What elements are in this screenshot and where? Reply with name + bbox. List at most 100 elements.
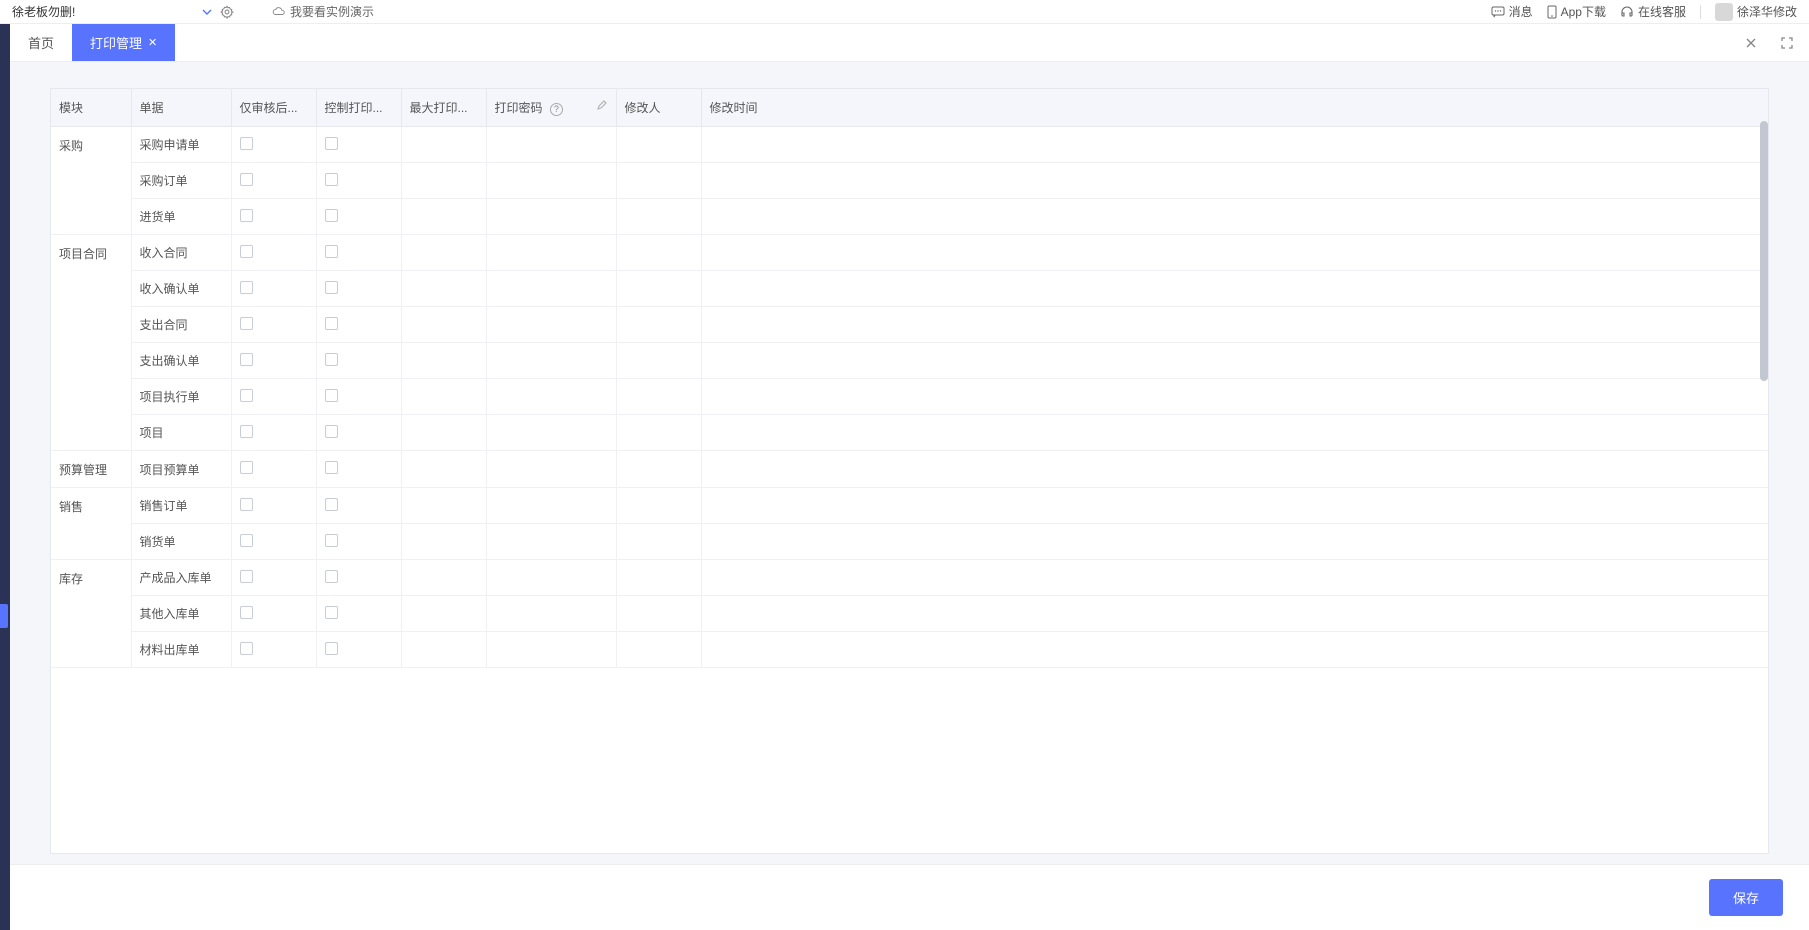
checkbox[interactable]: [325, 606, 338, 619]
checkbox[interactable]: [240, 642, 253, 655]
control-print-cell: [316, 127, 401, 163]
print-password-cell: [486, 127, 616, 163]
max-print-cell: [401, 415, 486, 451]
audit-only-cell: [231, 343, 316, 379]
max-print-cell: [401, 632, 486, 668]
table-row: 销售销售订单: [51, 488, 1768, 524]
th-modifier: 修改人: [616, 89, 701, 127]
audit-only-cell: [231, 307, 316, 343]
table-row: 库存产成品入库单: [51, 560, 1768, 596]
checkbox[interactable]: [240, 498, 253, 511]
checkbox[interactable]: [325, 389, 338, 402]
print-password-cell: [486, 632, 616, 668]
table-row: 支出合同: [51, 307, 1768, 343]
max-print-cell: [401, 379, 486, 415]
checkbox[interactable]: [325, 353, 338, 366]
online-service-link[interactable]: 在线客服: [1620, 3, 1686, 20]
module-cell: 预算管理: [51, 451, 131, 488]
audit-only-cell: [231, 127, 316, 163]
edit-icon[interactable]: [596, 99, 608, 111]
checkbox[interactable]: [240, 317, 253, 330]
checkbox[interactable]: [325, 642, 338, 655]
table-row: 项目执行单: [51, 379, 1768, 415]
max-print-cell: [401, 451, 486, 488]
close-all-tabs-icon[interactable]: [1739, 31, 1763, 55]
checkbox[interactable]: [240, 209, 253, 222]
document-cell: 项目: [131, 415, 231, 451]
modifier-cell: [616, 163, 701, 199]
control-print-cell: [316, 343, 401, 379]
print-password-cell: [486, 199, 616, 235]
table-row: 进货单: [51, 199, 1768, 235]
modify-time-cell: [701, 560, 1768, 596]
messages-link[interactable]: 消息: [1491, 3, 1533, 20]
control-print-cell: [316, 524, 401, 560]
demo-link[interactable]: 我要看实例演示: [272, 3, 374, 20]
gear-icon[interactable]: [220, 5, 234, 19]
checkbox[interactable]: [240, 245, 253, 258]
modifier-cell: [616, 488, 701, 524]
help-icon[interactable]: ?: [550, 103, 563, 116]
checkbox[interactable]: [240, 173, 253, 186]
modifier-cell: [616, 415, 701, 451]
checkbox[interactable]: [325, 534, 338, 547]
max-print-cell: [401, 307, 486, 343]
checkbox[interactable]: [240, 570, 253, 583]
checkbox[interactable]: [325, 281, 338, 294]
max-print-cell: [401, 488, 486, 524]
checkbox[interactable]: [240, 425, 253, 438]
modify-time-cell: [701, 199, 1768, 235]
checkbox[interactable]: [325, 570, 338, 583]
modify-time-cell: [701, 524, 1768, 560]
modify-time-cell: [701, 271, 1768, 307]
audit-only-cell: [231, 488, 316, 524]
modify-time-cell: [701, 235, 1768, 271]
checkbox[interactable]: [325, 209, 338, 222]
app-download-link[interactable]: App下载: [1547, 3, 1606, 20]
document-cell: 进货单: [131, 199, 231, 235]
audit-only-cell: [231, 199, 316, 235]
org-selector[interactable]: 徐老板勿删!: [12, 3, 212, 20]
checkbox[interactable]: [240, 281, 253, 294]
max-print-cell: [401, 524, 486, 560]
max-print-cell: [401, 271, 486, 307]
th-document: 单据: [131, 89, 231, 127]
checkbox[interactable]: [325, 173, 338, 186]
tab-print-mgmt[interactable]: 打印管理 ✕: [72, 24, 175, 61]
control-print-cell: [316, 488, 401, 524]
modifier-cell: [616, 271, 701, 307]
modify-time-cell: [701, 307, 1768, 343]
checkbox[interactable]: [325, 137, 338, 150]
checkbox[interactable]: [325, 245, 338, 258]
checkbox[interactable]: [240, 353, 253, 366]
max-print-cell: [401, 343, 486, 379]
checkbox[interactable]: [240, 137, 253, 150]
close-icon[interactable]: ✕: [148, 36, 157, 49]
user-menu[interactable]: 徐泽华修改: [1715, 3, 1797, 21]
modify-time-cell: [701, 632, 1768, 668]
checkbox[interactable]: [240, 606, 253, 619]
modify-time-cell: [701, 163, 1768, 199]
checkbox[interactable]: [325, 461, 338, 474]
th-max-print: 最大打印...: [401, 89, 486, 127]
print-password-cell: [486, 415, 616, 451]
checkbox[interactable]: [240, 389, 253, 402]
checkbox[interactable]: [240, 534, 253, 547]
audit-only-cell: [231, 415, 316, 451]
left-rail: [0, 24, 10, 930]
modifier-cell: [616, 632, 701, 668]
th-print-password-label: 打印密码: [495, 101, 543, 115]
print-password-cell: [486, 379, 616, 415]
module-cell: 项目合同: [51, 235, 131, 451]
checkbox[interactable]: [325, 498, 338, 511]
control-print-cell: [316, 451, 401, 488]
checkbox[interactable]: [325, 317, 338, 330]
save-button[interactable]: 保存: [1709, 879, 1783, 916]
table-row: 采购采购申请单: [51, 127, 1768, 163]
scrollbar-thumb[interactable]: [1760, 121, 1768, 381]
fullscreen-icon[interactable]: [1775, 31, 1799, 55]
tab-home[interactable]: 首页: [10, 24, 72, 61]
table-row: 材料出库单: [51, 632, 1768, 668]
checkbox[interactable]: [240, 461, 253, 474]
checkbox[interactable]: [325, 425, 338, 438]
